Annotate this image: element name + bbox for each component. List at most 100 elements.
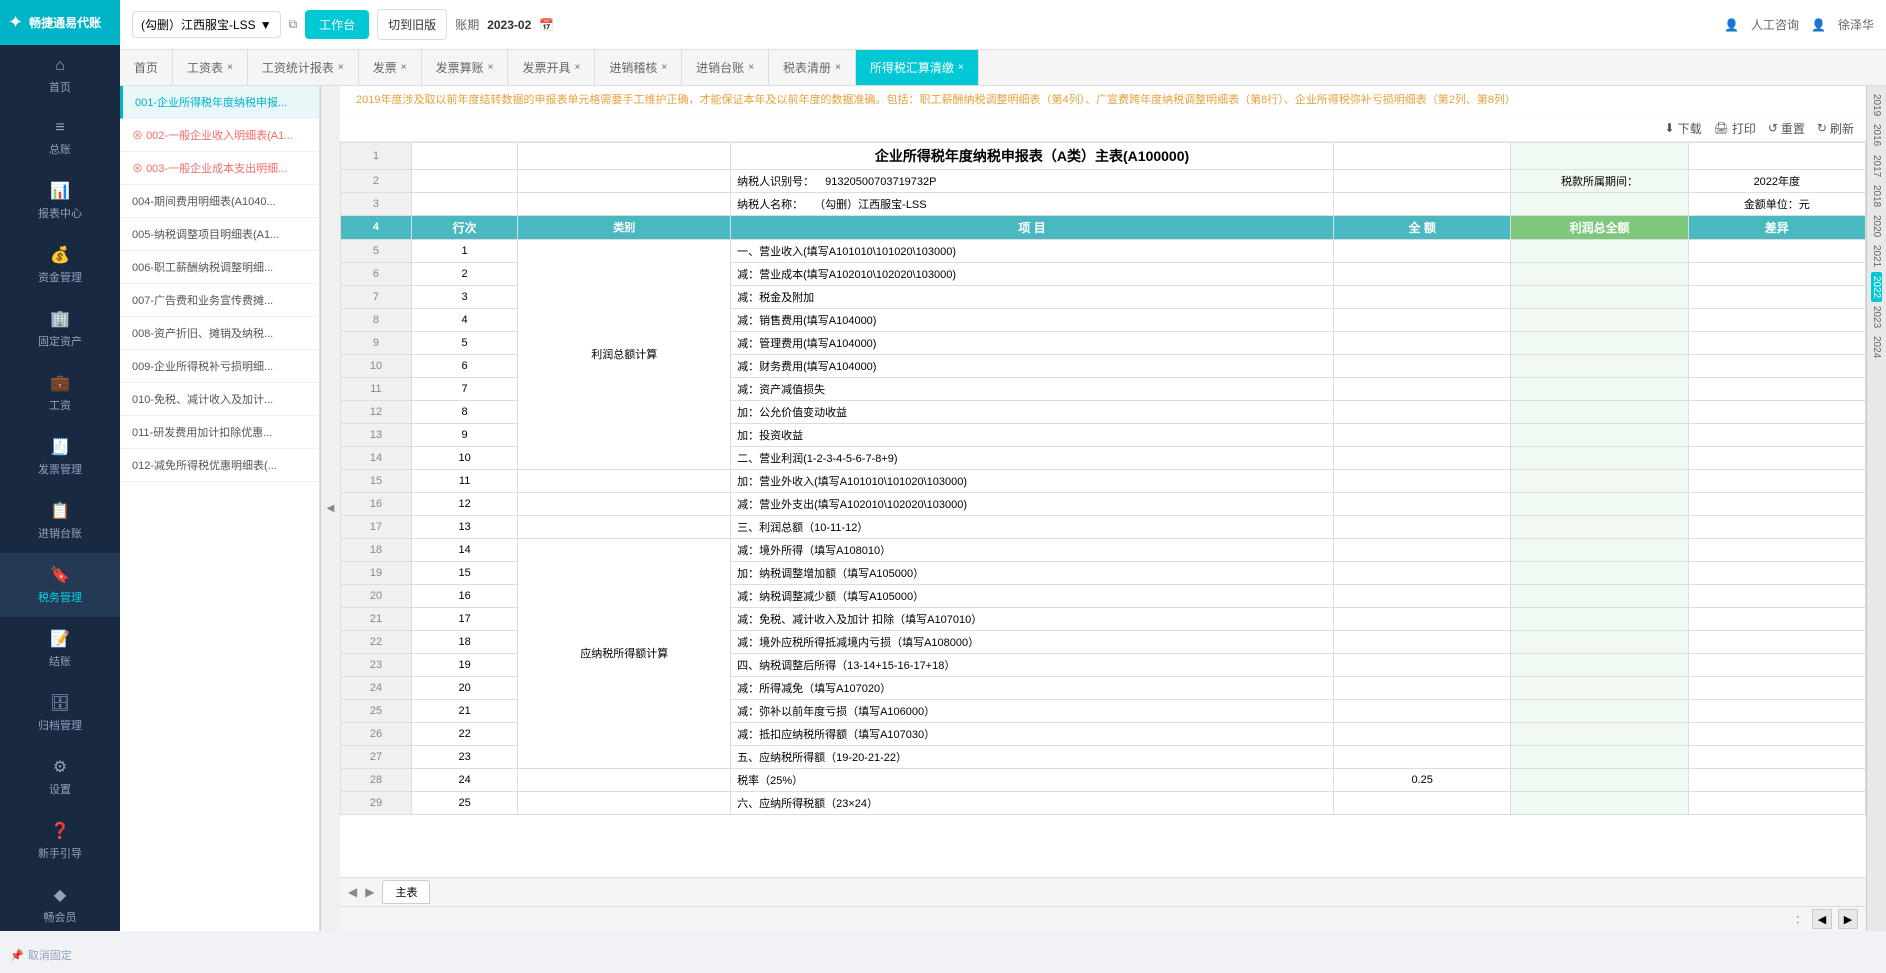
- sheet-tab-main[interactable]: 主表: [382, 880, 430, 904]
- sidebar-pin-toggle[interactable]: 📌 取消固定: [0, 937, 120, 973]
- home-icon: ⌂: [55, 57, 65, 75]
- print-label: 打印: [1732, 120, 1756, 137]
- sidebar-item-sales[interactable]: 📋 进销台账: [0, 489, 120, 553]
- switch-button[interactable]: 切到旧版: [377, 9, 447, 40]
- year-2024[interactable]: 2024: [1871, 332, 1882, 362]
- sub-sidebar-item-005[interactable]: 005-纳税调整项目明细表(A1...: [120, 218, 319, 251]
- fund-icon: 💰: [50, 245, 70, 265]
- sheet-tab-label: 主表: [395, 887, 417, 899]
- reset-button[interactable]: ↺ 重置: [1768, 120, 1805, 137]
- tab-invoice[interactable]: 发票 ×: [359, 50, 422, 85]
- sidebar-collapse-button[interactable]: ◀: [320, 86, 340, 931]
- sidebar-item-salary[interactable]: 💼 工资: [0, 361, 120, 425]
- sidebar-item-label: 新手引导: [38, 845, 82, 861]
- tab-close-icon[interactable]: ×: [574, 62, 580, 73]
- sub-sidebar-item-012[interactable]: 012-减免所得税优惠明细表(...: [120, 449, 319, 482]
- user-avatar-icon: 👤: [1811, 18, 1826, 32]
- scroll-info: ：: [1795, 911, 1806, 927]
- user-name: 徐泽华: [1838, 16, 1874, 33]
- year-2016[interactable]: 2016: [1871, 120, 1882, 150]
- sidebar-item-assets[interactable]: 🏢 固定资产: [0, 297, 120, 361]
- sidebar-item-archive[interactable]: 🗄 归档管理: [0, 681, 120, 745]
- tab-close-icon[interactable]: ×: [958, 62, 964, 73]
- table-row: 2 纳税人识别号： 91320500703719732P 税款所属期间： 202…: [341, 169, 1866, 192]
- print-button[interactable]: 🖨 打印: [1714, 120, 1756, 137]
- sub-sidebar-item-009[interactable]: 009-企业所得税补亏损明细...: [120, 350, 319, 383]
- sub-sidebar-item-001[interactable]: 001-企业所得税年度纳税申报...: [120, 86, 319, 119]
- company-selector[interactable]: (勾删）江西服宝-LSS ▼: [132, 11, 281, 38]
- sidebar-item-fund[interactable]: 💰 资金管理: [0, 233, 120, 297]
- sheet-nav-prev[interactable]: ◀: [348, 885, 357, 899]
- service-label[interactable]: 人工咨询: [1751, 16, 1799, 33]
- sidebar-item-ledger[interactable]: ≡ 总账: [0, 107, 120, 169]
- bottom-bar: ： ◀ ▶: [340, 906, 1866, 931]
- tab-salary[interactable]: 工资表 ×: [173, 50, 248, 85]
- sub-sidebar-item-008[interactable]: 008-资产折旧、摊销及纳税...: [120, 317, 319, 350]
- year-2022[interactable]: 2022: [1871, 272, 1882, 302]
- content-area: 001-企业所得税年度纳税申报... ⊗ 002-一般企业收入明细表(A1...…: [120, 86, 1886, 931]
- close-book-icon: 📝: [50, 629, 70, 649]
- tab-close-icon[interactable]: ×: [488, 62, 494, 73]
- tab-invoice-verify[interactable]: 进销稽核 ×: [595, 50, 682, 85]
- tab-label: 工资统计报表: [262, 59, 334, 76]
- sub-sidebar-item-006[interactable]: 006-职工薪酬纳税调整明细...: [120, 251, 319, 284]
- error-icon: ⊗: [132, 130, 146, 142]
- tab-close-icon[interactable]: ×: [661, 62, 667, 73]
- year-2020[interactable]: 2020: [1871, 211, 1882, 241]
- sales-icon: 📋: [50, 501, 70, 521]
- tab-bar: 首页 工资表 × 工资统计报表 × 发票 × 发票算账 × 发票开具 ×: [120, 50, 1886, 86]
- tab-close-icon[interactable]: ×: [401, 62, 407, 73]
- tab-home[interactable]: 首页: [120, 50, 173, 85]
- sub-sidebar-item-010[interactable]: 010-免税、减计收入及加计...: [120, 383, 319, 416]
- sub-sidebar-item-011[interactable]: 011-研发费用加计扣除优惠...: [120, 416, 319, 449]
- sub-sidebar-item-003[interactable]: ⊗ 003-一般企业成本支出明细...: [120, 152, 319, 185]
- tab-tax-calc[interactable]: 所得税汇算清缴 ×: [856, 50, 979, 85]
- table-row: 29 25 六、应纳所得税额（23×24）: [341, 791, 1866, 814]
- calendar-icon[interactable]: 📅: [539, 18, 554, 32]
- top-bar: (勾删）江西服宝-LSS ▼ ⧉ 工作台 切到旧版 账期 2023-02 📅 👤…: [120, 0, 1886, 50]
- tab-close-icon[interactable]: ×: [338, 62, 344, 73]
- sidebar-item-guide[interactable]: ❓ 新手引导: [0, 809, 120, 873]
- ledger-icon: ≡: [55, 119, 64, 137]
- workbench-button[interactable]: 工作台: [305, 10, 369, 39]
- sub-sidebar-item-002[interactable]: ⊗ 002-一般企业收入明细表(A1...: [120, 119, 319, 152]
- tab-close-icon[interactable]: ×: [835, 62, 841, 73]
- sidebar-item-label: 工资: [49, 397, 71, 413]
- tab-close-icon[interactable]: ×: [227, 62, 233, 73]
- sub-sidebar-item-004[interactable]: 004-期间费用明细表(A1040...: [120, 185, 319, 218]
- copy-icon[interactable]: ⧉: [289, 17, 298, 32]
- sidebar-item-label: 设置: [49, 781, 71, 797]
- sub-sidebar-item-007[interactable]: 007-广告费和业务宣传费摊...: [120, 284, 319, 317]
- sheet-nav-next[interactable]: ▶: [365, 885, 374, 899]
- refresh-label: 刷新: [1830, 120, 1854, 137]
- year-2017[interactable]: 2017: [1871, 151, 1882, 181]
- tab-invoice-calc[interactable]: 发票算账 ×: [422, 50, 509, 85]
- sidebar-item-close[interactable]: 📝 结账: [0, 617, 120, 681]
- page-prev-button[interactable]: ◀: [1812, 909, 1832, 929]
- tab-tax-clear[interactable]: 税表清册 ×: [769, 50, 856, 85]
- page-next-button[interactable]: ▶: [1838, 909, 1858, 929]
- sidebar-item-tax[interactable]: 🔖 税务管理: [0, 553, 120, 617]
- tab-label: 发票: [373, 59, 397, 76]
- year-2019[interactable]: 2019: [1871, 90, 1882, 120]
- year-2023[interactable]: 2023: [1871, 302, 1882, 332]
- sidebar-item-report[interactable]: 📊 报表中心: [0, 169, 120, 233]
- sidebar-item-home[interactable]: ⌂ 首页: [0, 45, 120, 107]
- tab-label: 进销台账: [696, 59, 744, 76]
- download-button[interactable]: ⬇ 下载: [1665, 120, 1702, 137]
- right-panel: 2019 2016 2017 2018 2020 2021 2022 2023 …: [1866, 86, 1886, 931]
- sidebar-item-settings[interactable]: ⚙ 设置: [0, 745, 120, 809]
- sidebar-item-invoices[interactable]: 🧾 发票管理: [0, 425, 120, 489]
- tax-icon: 🔖: [50, 565, 70, 585]
- invoices-icon: 🧾: [50, 437, 70, 457]
- sidebar-item-member[interactable]: ◆ 畅会员: [0, 873, 120, 937]
- tab-invoice-ledger[interactable]: 进销台账 ×: [682, 50, 769, 85]
- year-2018[interactable]: 2018: [1871, 181, 1882, 211]
- spreadsheet-wrapper[interactable]: 1 企业所得税年度纳税申报表（A类）主表(A100000) 2: [340, 142, 1866, 878]
- tab-close-icon[interactable]: ×: [748, 62, 754, 73]
- tab-invoice-open[interactable]: 发票开具 ×: [508, 50, 595, 85]
- tab-salary-stat[interactable]: 工资统计报表 ×: [248, 50, 359, 85]
- year-2021[interactable]: 2021: [1871, 241, 1882, 271]
- refresh-button[interactable]: ↻ 刷新: [1817, 120, 1854, 137]
- logo-text: 畅捷通易代账: [29, 14, 101, 31]
